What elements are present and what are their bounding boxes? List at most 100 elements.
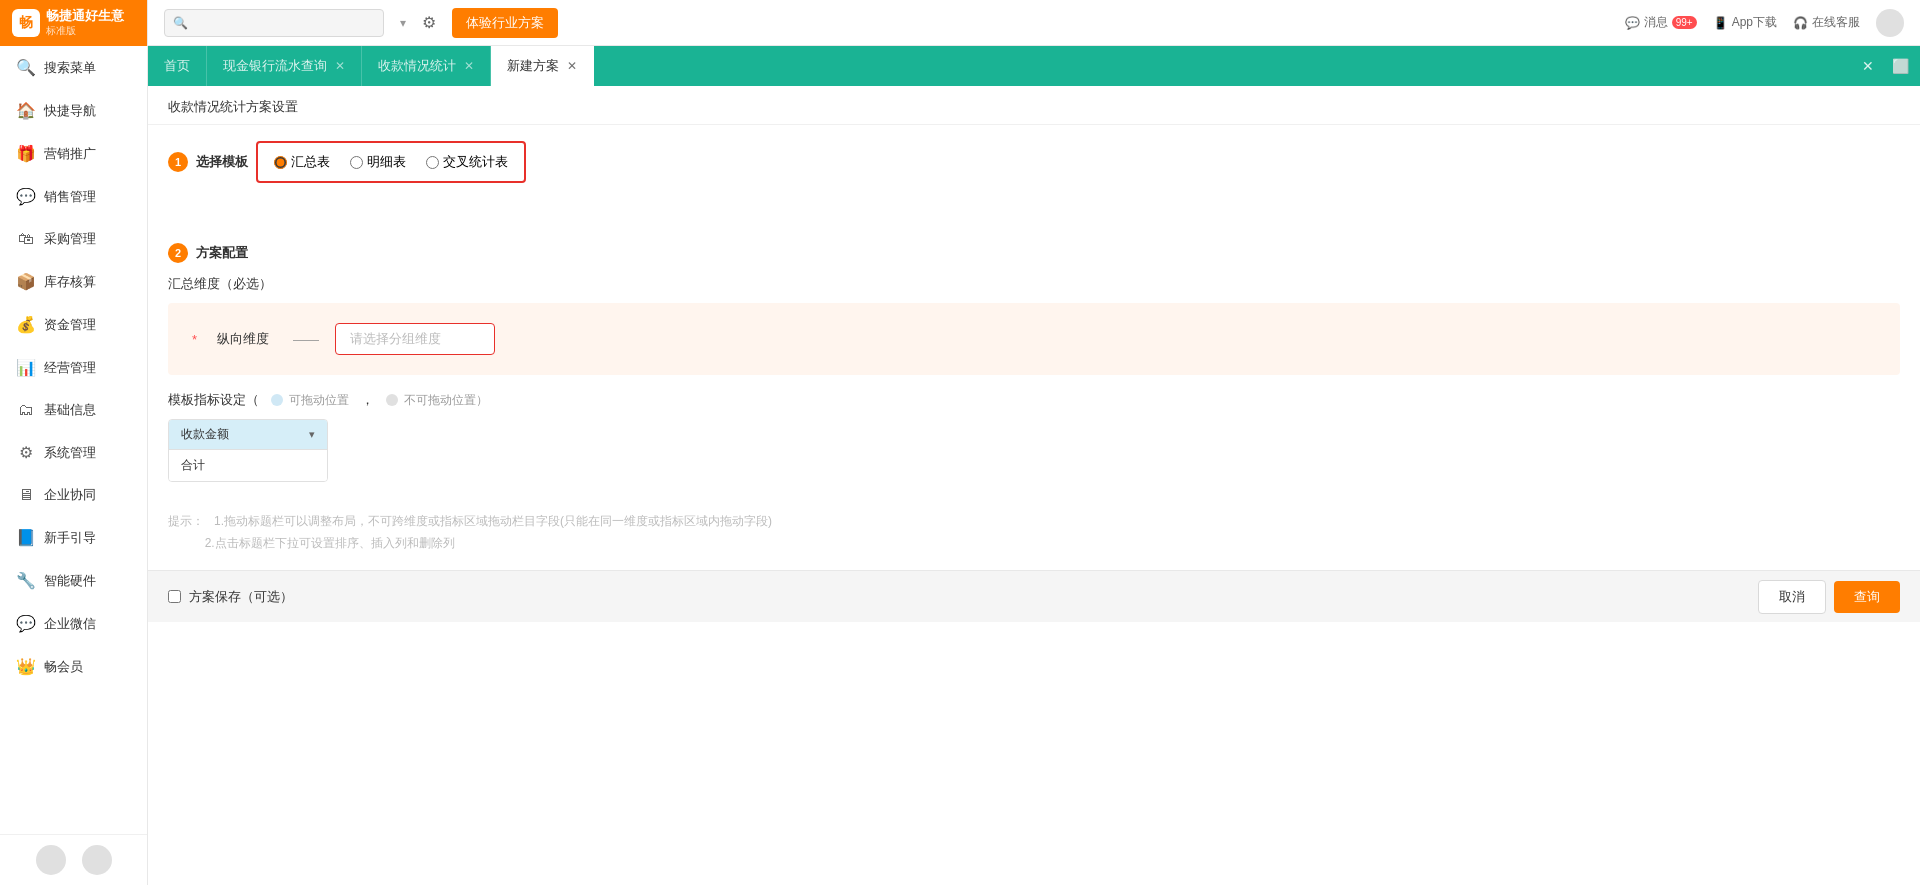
dimension-title: 汇总维度（必选） <box>168 275 1900 293</box>
dimension-select[interactable]: 请选择分组维度 <box>335 323 495 355</box>
tab-new-plan-label: 新建方案 <box>507 57 559 75</box>
tab-new-plan[interactable]: 新建方案 ✕ <box>491 46 594 86</box>
footer: 方案保存（可选） 取消 查询 <box>148 570 1920 622</box>
tab-maximize-button[interactable]: ⬜ <box>1888 54 1912 78</box>
metrics-hint-draggable-text: 可拖动位置 <box>289 392 349 409</box>
search-icon: 🔍 <box>173 16 188 30</box>
sidebar-item-sales[interactable]: 💬 销售管理 <box>0 175 147 218</box>
metrics-hint-draggable: 可拖动位置 <box>271 392 349 409</box>
tab-bar: 首页 现金银行流水查询 ✕ 收款情况统计 ✕ 新建方案 ✕ ✕ ⬜ <box>148 46 1920 86</box>
sidebar-item-marketing[interactable]: 🎁 营销推广 <box>0 132 147 175</box>
sidebar-item-purchase[interactable]: 🛍 采购管理 <box>0 218 147 260</box>
step1-label: 1 选择模板 汇总表 明细表 交叉统计表 <box>168 141 526 183</box>
header-right: 💬 消息 99+ 📱 App下载 🎧 在线客服 <box>1625 9 1904 37</box>
marketing-icon: 🎁 <box>16 144 36 163</box>
template-detail-label: 明细表 <box>367 153 406 171</box>
sidebar-item-member[interactable]: 👑 畅会员 <box>0 645 147 688</box>
cancel-button[interactable]: 取消 <box>1758 580 1826 614</box>
trial-industry-button[interactable]: 体验行业方案 <box>452 8 558 38</box>
sidebar-item-beginner[interactable]: 📘 新手引导 <box>0 516 147 559</box>
tab-home[interactable]: 首页 <box>148 46 207 86</box>
metrics-table: 收款金额 ▾ 合计 <box>168 419 328 482</box>
content-area: 收款情况统计方案设置 1 选择模板 汇总表 明细表 交 <box>148 86 1920 885</box>
user-avatar[interactable] <box>1876 9 1904 37</box>
settings-icon[interactable]: ⚙ <box>422 13 436 32</box>
metrics-header[interactable]: 收款金额 ▾ <box>169 420 327 449</box>
tab-cash-bank-close[interactable]: ✕ <box>335 59 345 73</box>
sidebar-item-operations[interactable]: 📊 经营管理 <box>0 346 147 389</box>
logo-sub: 标准版 <box>46 24 124 38</box>
tab-cash-bank[interactable]: 现金银行流水查询 ✕ <box>207 46 362 86</box>
step1-title: 选择模板 <box>196 153 248 171</box>
sidebar-item-quick-nav[interactable]: 🏠 快捷导航 <box>0 89 147 132</box>
tab-bar-actions: ✕ ⬜ <box>1848 46 1920 86</box>
template-cross-input[interactable] <box>426 156 439 169</box>
save-plan-checkbox[interactable] <box>168 590 181 603</box>
template-summary-input[interactable] <box>274 156 287 169</box>
smart-hw-icon: 🔧 <box>16 571 36 590</box>
metrics-section-label: 模板指标设定（ <box>168 391 259 409</box>
tab-new-plan-close[interactable]: ✕ <box>567 59 577 73</box>
inventory-icon: 📦 <box>16 272 36 291</box>
dimension-area: * 纵向维度 —— 请选择分组维度 <box>168 303 1900 375</box>
online-service-button[interactable]: 🎧 在线客服 <box>1793 14 1860 31</box>
sidebar-logo: 畅 畅捷通好生意 标准版 <box>0 0 147 46</box>
system-icon: ⚙ <box>16 443 36 462</box>
corp-collab-icon: 🖥 <box>16 486 36 504</box>
quick-nav-icon: 🏠 <box>16 101 36 120</box>
top-header: 🔍 ▾ ⚙ 体验行业方案 💬 消息 99+ 📱 App下载 🎧 在线客服 <box>148 0 1920 46</box>
sidebar-avatar[interactable] <box>36 845 66 875</box>
tips-line2: 2.点击标题栏下拉可设置排序、插入列和删除列 <box>168 533 1900 555</box>
sidebar-item-search-menu[interactable]: 🔍 搜索菜单 <box>0 46 147 89</box>
sidebar-label: 智能硬件 <box>44 572 96 590</box>
sidebar-item-smart-hw[interactable]: 🔧 智能硬件 <box>0 559 147 602</box>
corp-wechat-icon: 💬 <box>16 614 36 633</box>
dimension-arrow: —— <box>293 332 319 347</box>
messages-badge: 99+ <box>1672 16 1697 29</box>
header-search-box[interactable]: 🔍 <box>164 9 384 37</box>
tips-text1: 1.拖动标题栏可以调整布局，不可跨维度或指标区域拖动栏目字段(只能在同一维度或指… <box>214 514 772 528</box>
tips-area: 提示： 1.拖动标题栏可以调整布局，不可跨维度或指标区域拖动栏目字段(只能在同一… <box>168 511 1900 554</box>
tips-indent <box>168 536 201 550</box>
sidebar-bottom <box>0 834 147 885</box>
sidebar-avatar2[interactable] <box>82 845 112 875</box>
header-dropdown[interactable]: ▾ <box>400 16 406 30</box>
template-summary-radio[interactable]: 汇总表 <box>274 153 330 171</box>
sidebar-item-finance[interactable]: 💰 资金管理 <box>0 303 147 346</box>
sidebar-item-corp-collab[interactable]: 🖥 企业协同 <box>0 474 147 516</box>
query-button[interactable]: 查询 <box>1834 581 1900 613</box>
vertical-dimension-row: * 纵向维度 —— 请选择分组维度 <box>192 323 1876 355</box>
sidebar-item-basic-info[interactable]: 🗂 基础信息 <box>0 389 147 431</box>
template-summary-label: 汇总表 <box>291 153 330 171</box>
online-service-icon: 🎧 <box>1793 16 1808 30</box>
template-cross-radio[interactable]: 交叉统计表 <box>426 153 508 171</box>
sidebar-label: 销售管理 <box>44 188 96 206</box>
dimension-placeholder: 请选择分组维度 <box>350 330 441 348</box>
sidebar-item-system[interactable]: ⚙ 系统管理 <box>0 431 147 474</box>
sidebar-label: 企业微信 <box>44 615 96 633</box>
sales-icon: 💬 <box>16 187 36 206</box>
tab-close-window-button[interactable]: ✕ <box>1856 54 1880 78</box>
app-download-label: App下载 <box>1732 14 1777 31</box>
sidebar-label: 畅会员 <box>44 658 83 676</box>
app-download-button[interactable]: 📱 App下载 <box>1713 14 1777 31</box>
sidebar-item-inventory[interactable]: 📦 库存核算 <box>0 260 147 303</box>
logo-text: 畅捷通好生意 <box>46 8 124 24</box>
template-detail-input[interactable] <box>350 156 363 169</box>
sidebar-label: 经营管理 <box>44 359 96 377</box>
sidebar: 畅 畅捷通好生意 标准版 🔍 搜索菜单 🏠 快捷导航 🎁 营销推广 💬 销售管理… <box>0 0 148 885</box>
template-detail-radio[interactable]: 明细表 <box>350 153 406 171</box>
messages-button[interactable]: 💬 消息 99+ <box>1625 14 1697 31</box>
sidebar-item-corp-wechat[interactable]: 💬 企业微信 <box>0 602 147 645</box>
step2-title: 方案配置 <box>196 244 248 262</box>
sidebar-label: 采购管理 <box>44 230 96 248</box>
sidebar-label: 新手引导 <box>44 529 96 547</box>
required-mark: * <box>192 332 197 347</box>
online-service-label: 在线客服 <box>1812 14 1860 31</box>
metrics-chevron-icon: ▾ <box>309 428 315 441</box>
tab-receipt-stats-close[interactable]: ✕ <box>464 59 474 73</box>
sidebar-label: 库存核算 <box>44 273 96 291</box>
sidebar-label: 系统管理 <box>44 444 96 462</box>
tab-receipt-stats[interactable]: 收款情况统计 ✕ <box>362 46 491 86</box>
app-download-icon: 📱 <box>1713 16 1728 30</box>
